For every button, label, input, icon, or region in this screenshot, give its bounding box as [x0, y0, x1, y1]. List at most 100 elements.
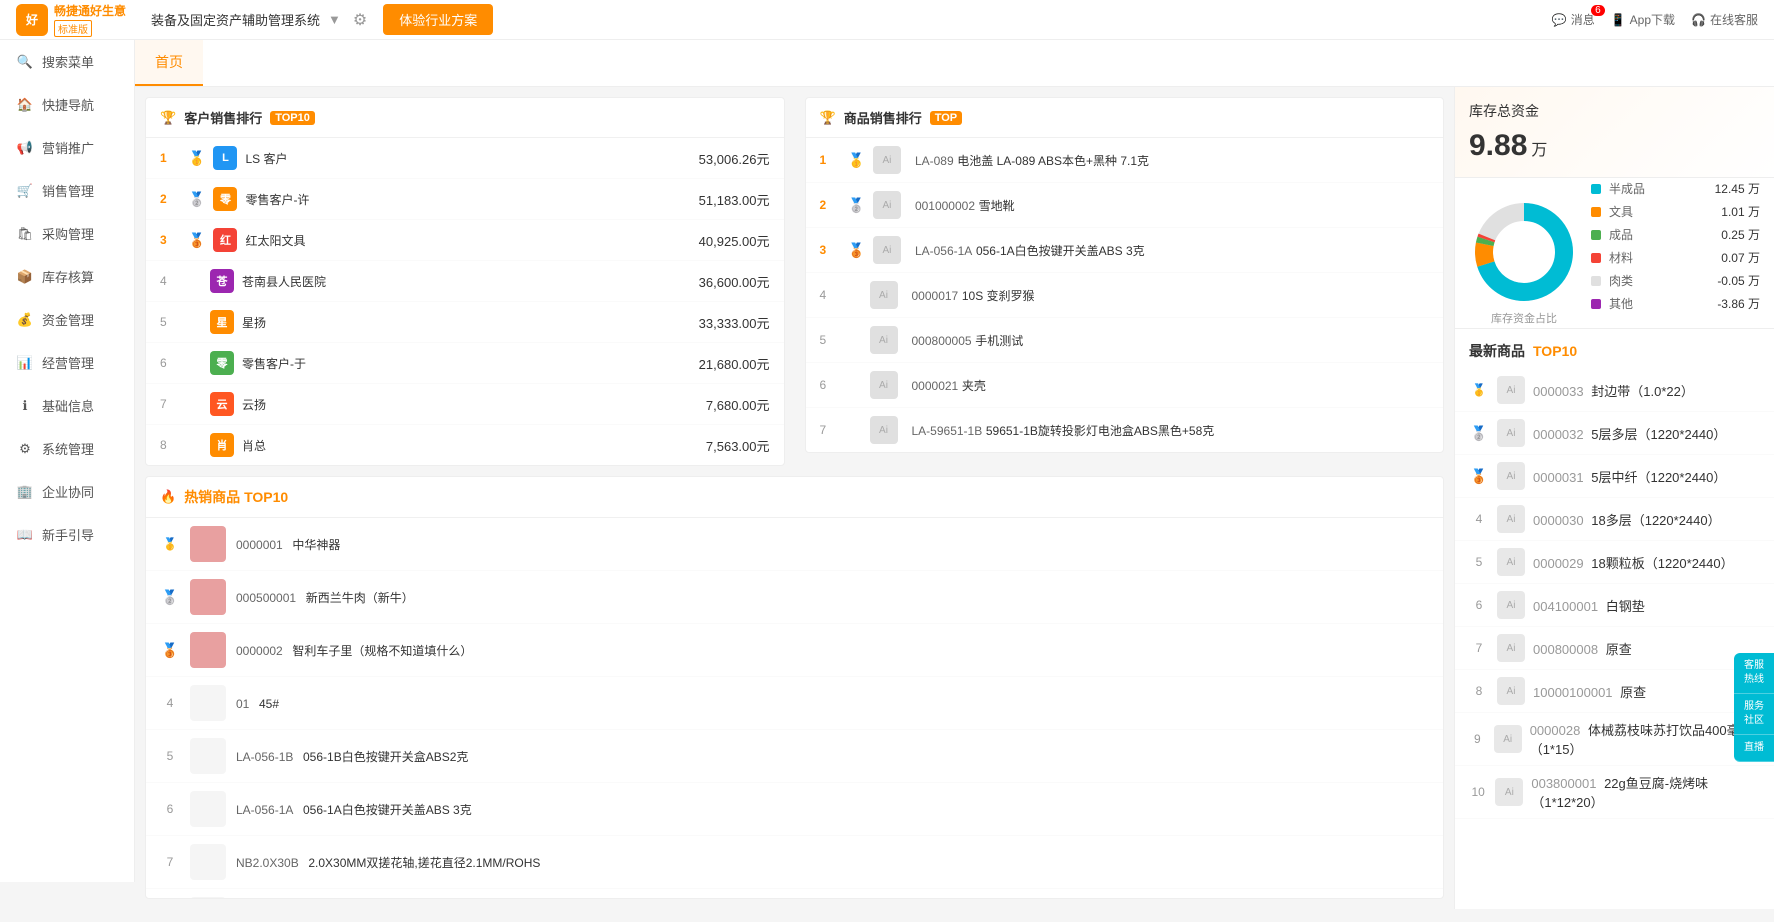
- content-area: 🏆 客户销售排行 TOP10 1 🥇 L LS 客户 53,006.: [135, 87, 1774, 909]
- rank-num-4: 4: [160, 274, 180, 288]
- new-prod-name-3: 5层中纤（1220*2440）: [1591, 470, 1726, 485]
- guide-icon: 📖: [16, 526, 34, 544]
- system-select-area: 装备及固定资产辅助管理系统 ▼ ⚙ 体验行业方案: [151, 4, 1552, 35]
- prod-icon-4: Ai: [870, 281, 898, 309]
- product-rank-2: 2 🥈 Ai 001000002 雪地靴: [806, 183, 1444, 228]
- donut-chart-container: 库存资金占比: [1469, 197, 1579, 310]
- sidebar-item-finance[interactable]: 💰 资金管理: [0, 298, 134, 341]
- prod-rank-num-6: 6: [820, 378, 840, 392]
- hot-name-6: 056-1A白色按键开关盖ABS 3克: [303, 803, 472, 817]
- prod-info-2: 001000002 雪地靴: [909, 197, 1429, 214]
- logo-area: 好 畅捷通好生意 标准版: [16, 2, 151, 37]
- online-service-btn[interactable]: 🎧 在线客服: [1691, 11, 1758, 28]
- product-rank-4: 4 Ai 0000017 10S 变刹罗猴: [806, 273, 1444, 318]
- prod-medal-2: 🥈: [848, 197, 865, 214]
- top-right-actions: 💬 消息 6 📱 App下载 🎧 在线客服: [1552, 11, 1758, 28]
- message-btn[interactable]: 💬 消息 6: [1552, 11, 1595, 28]
- sidebar-item-system[interactable]: ⚙ 系统管理: [0, 427, 134, 470]
- hot-info-3: 0000002 智利车子里（规格不知道填什么）: [236, 642, 472, 659]
- hot-rank-6: 6: [160, 802, 180, 816]
- new-prod-code-10: 003800001: [1531, 776, 1596, 791]
- legend-val-4: -0.05 万: [1717, 272, 1760, 289]
- hot-info-4: 01 45#: [236, 696, 279, 711]
- legend-dot-1: [1591, 207, 1601, 217]
- float-buttons: 客服 热线 服务 社区 直播: [1734, 653, 1774, 762]
- hot-products-card: 🔥 热销商品 TOP10 🥇 0000001 中华神器 🥈: [145, 476, 1444, 899]
- new-prod-name-7: 原查: [1606, 642, 1632, 657]
- trophy2-icon: 🏆: [820, 110, 836, 126]
- sidebar-item-operations[interactable]: 📊 经营管理: [0, 341, 134, 384]
- avatar-7: 云: [210, 392, 234, 416]
- customer-name-5: 星扬: [242, 314, 691, 331]
- sidebar-item-sales[interactable]: 🛒 销售管理: [0, 169, 134, 212]
- sidebar-item-guide[interactable]: 📖 新手引导: [0, 513, 134, 556]
- new-prod-rank-5: 5: [1469, 555, 1489, 569]
- rank-num-2: 2: [160, 192, 180, 206]
- new-prod-icon-5: Ai: [1497, 548, 1525, 576]
- hot-img-8: [190, 897, 226, 898]
- customer-rank-4: 4 苍 苍南县人民医院 36,600.00元: [146, 261, 784, 302]
- customer-rank-6: 6 零 零售客户-于 21,680.00元: [146, 343, 784, 384]
- top10-badge: TOP10: [270, 111, 315, 125]
- prod-code-6: 0000021: [912, 379, 959, 393]
- box-icon: 📦: [16, 268, 34, 286]
- prod-rank-num-4: 4: [820, 288, 840, 302]
- medal-2-icon: 🥈: [188, 191, 205, 208]
- customer-rank-3: 3 🥉 红 红太阳文具 40,925.00元: [146, 220, 784, 261]
- legend-val-0: 12.45 万: [1715, 180, 1760, 197]
- new-prod-code-7: 000800008: [1533, 642, 1598, 657]
- hot-img-2: [190, 579, 226, 615]
- hot-products-list: 🥇 0000001 中华神器 🥈 000500001 新西兰牛肉（新牛）: [146, 518, 1443, 898]
- info-icon: ℹ: [16, 397, 34, 415]
- sidebar-item-search[interactable]: 🔍 搜索菜单: [0, 40, 134, 83]
- sidebar-label-guide: 新手引导: [42, 525, 94, 544]
- service-community-btn[interactable]: 服务 社区: [1734, 694, 1774, 735]
- live-stream-btn[interactable]: 直播: [1734, 735, 1774, 762]
- prod-name-6: 夹壳: [962, 379, 986, 393]
- legend-item-2: 成品 0.25 万: [1591, 226, 1760, 243]
- product-ranking-card: 🏆 商品销售排行 TOP 1 🥇 Ai LA-089: [805, 97, 1445, 453]
- avatar-6: 零: [210, 351, 234, 375]
- sidebar-item-company[interactable]: 🏢 企业协同: [0, 470, 134, 513]
- hot-product-6: 6 LA-056-1A 056-1A白色按键开关盖ABS 3克: [146, 783, 1443, 836]
- new-prod-rank-1: 🥇: [1469, 383, 1489, 397]
- trial-button[interactable]: 体验行业方案: [383, 4, 493, 35]
- new-prod-name-1: 封边带（1.0*22）: [1591, 384, 1694, 399]
- legend-dot-2: [1591, 230, 1601, 240]
- sidebar-item-purchase[interactable]: 🛍 采购管理: [0, 212, 134, 255]
- sidebar-item-marketing[interactable]: 📢 营销推广: [0, 126, 134, 169]
- hot-img-4: [190, 685, 226, 721]
- home-icon: 🏠: [16, 96, 34, 114]
- new-prod-icon-8: Ai: [1497, 677, 1525, 705]
- sidebar-item-quick-nav[interactable]: 🏠 快捷导航: [0, 83, 134, 126]
- avatar-8: 肖: [210, 433, 234, 457]
- hot-product-3: 🥉 0000002 智利车子里（规格不知道填什么）: [146, 624, 1443, 677]
- legend-text-3: 材料: [1609, 249, 1633, 266]
- tab-home[interactable]: 首页: [135, 40, 203, 86]
- new-prod-code-5: 0000029: [1533, 556, 1584, 571]
- hot-rank-2: 🥈: [160, 589, 180, 606]
- customer-service-btn[interactable]: 客服 热线: [1734, 653, 1774, 694]
- logo-text-area: 畅捷通好生意 标准版: [54, 2, 126, 37]
- hot-img-7: [190, 844, 226, 880]
- sidebar-item-inventory[interactable]: 📦 库存核算: [0, 255, 134, 298]
- legend-item-4: 肉类 -0.05 万: [1591, 272, 1760, 289]
- system-dropdown-icon[interactable]: ▼: [328, 12, 341, 27]
- logo-badge: 标准版: [54, 20, 92, 37]
- hot-info-5: LA-056-1B 056-1B白色按键开关盒ABS2克: [236, 748, 468, 765]
- main-content: 首页 🏆 客户销售排行 TOP10: [135, 40, 1774, 909]
- new-prod-rank-6: 6: [1469, 598, 1489, 612]
- app-download-btn[interactable]: 📱 App下载: [1611, 11, 1675, 28]
- sidebar-label-marketing: 营销推广: [42, 138, 94, 157]
- prod-rank-num-1: 1: [820, 153, 840, 167]
- product-ranking-header: 🏆 商品销售排行 TOP: [806, 98, 1444, 138]
- gear-icon[interactable]: ⚙: [353, 10, 367, 30]
- prod-icon-6: Ai: [870, 371, 898, 399]
- sidebar-item-basic[interactable]: ℹ 基础信息: [0, 384, 134, 427]
- customer-amount-7: 7,680.00元: [706, 395, 770, 414]
- rank-num-6: 6: [160, 356, 180, 370]
- prod-rank-num-2: 2: [820, 198, 840, 212]
- prod-code-4: 0000017: [912, 289, 959, 303]
- hot-name-7: 2.0X30MM双搓花轴,搓花直径2.1MM/ROHS: [308, 856, 540, 870]
- customer-rank-7: 7 云 云扬 7,680.00元: [146, 384, 784, 425]
